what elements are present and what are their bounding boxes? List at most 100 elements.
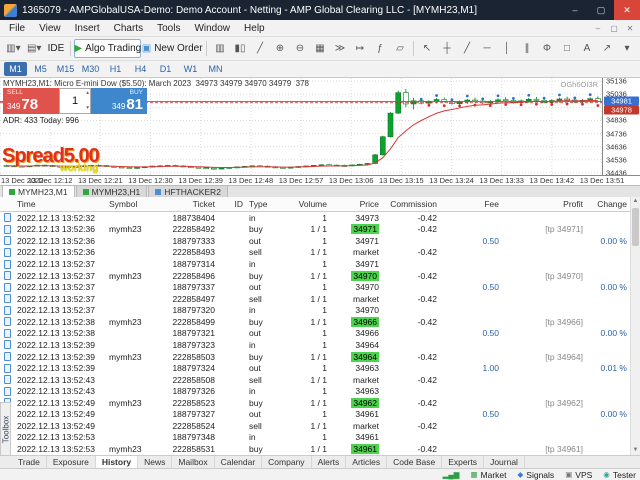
timeframe-h4[interactable]: H4 <box>129 62 152 76</box>
menu-file[interactable]: File <box>2 23 32 34</box>
tile-windows-button[interactable]: ▦ <box>310 39 330 58</box>
tab-exposure[interactable]: Exposure <box>47 456 96 468</box>
zoom-out-button[interactable]: ⊖ <box>290 39 310 58</box>
scrollbar-thumb[interactable] <box>632 208 639 246</box>
menu-help[interactable]: Help <box>237 23 272 34</box>
trendline-button[interactable]: ╱ <box>457 39 477 58</box>
volume-input[interactable]: 1 ▴ ▾ <box>59 88 91 114</box>
table-row[interactable]: 2022.12.13 13:52:39 188797324 out 1 34963 1.0… <box>0 362 630 374</box>
tab-company[interactable]: Company <box>262 456 312 468</box>
column-header-symbol[interactable]: Symbol <box>106 199 156 209</box>
chart-tab-hfthacker2[interactable]: HFTHACKER2 <box>148 185 228 197</box>
vps-status[interactable]: ▣ VPS <box>565 470 592 480</box>
ide-button[interactable]: IDE <box>45 39 68 58</box>
chart-tab-mymh23-h1[interactable]: MYMH23,H1 <box>75 185 148 197</box>
table-row[interactable]: 2022.12.13 13:52:37 188797320 in 1 34970 <box>0 305 630 317</box>
table-row[interactable]: 2022.12.13 13:52:49 188797327 out 1 34961 0.5… <box>0 409 630 421</box>
tab-mailbox[interactable]: Mailbox <box>172 456 215 468</box>
table-row[interactable]: 2022.12.13 13:52:37 222858497 sell 1 / 1 mar… <box>0 293 630 305</box>
new-order-button[interactable]: ▣ New Order <box>141 39 203 58</box>
column-header-time[interactable]: Time <box>14 199 106 209</box>
toolbox-vertical-tab[interactable]: Toolbox <box>0 402 11 456</box>
column-header-price[interactable]: Price <box>330 199 382 209</box>
table-row[interactable]: 2022.12.13 13:52:38 188797321 out 1 34966 0.5… <box>0 328 630 340</box>
minimize-button[interactable]: – <box>562 0 588 20</box>
tab-trade[interactable]: Trade <box>12 456 47 468</box>
chart-shift-button[interactable]: ↦ <box>350 39 370 58</box>
timeframe-mn[interactable]: MN <box>204 62 227 76</box>
chart-minimize-button[interactable]: – <box>590 24 606 33</box>
table-row[interactable]: 2022.12.13 13:52:37 188797314 in 1 34971 <box>0 258 630 270</box>
table-row[interactable]: 2022.12.13 13:52:49 mymh23 222858523 buy 1 /… <box>0 397 630 409</box>
profiles-button[interactable]: ▤▾ <box>24 39 45 58</box>
cursor-button[interactable]: ↖ <box>417 39 437 58</box>
chart-plot[interactable]: MYMH23,M1: Micro E-mini Dow ($5.50): Mar… <box>0 78 602 175</box>
close-button[interactable]: ✕ <box>614 0 640 20</box>
sell-button[interactable]: SELL 349 78 <box>3 88 59 114</box>
more-tools-button[interactable]: ▾ <box>617 39 637 58</box>
table-row[interactable]: 2022.12.13 13:52:53 188797348 in 1 34961 <box>0 432 630 444</box>
table-row[interactable]: 2022.12.13 13:52:39 mymh23 222858503 buy 1 /… <box>0 351 630 363</box>
tab-experts[interactable]: Experts <box>442 456 485 468</box>
table-row[interactable]: 2022.12.13 13:52:43 188797326 in 1 34963 <box>0 385 630 397</box>
menu-insert[interactable]: Insert <box>68 23 107 34</box>
zoom-in-button[interactable]: ⊕ <box>270 39 290 58</box>
column-header-change[interactable]: Change <box>586 199 630 209</box>
timeframe-m15[interactable]: M15 <box>54 62 77 76</box>
column-header-type[interactable]: Type <box>246 199 286 209</box>
new-chart-button[interactable]: ▥▾ <box>3 39 24 58</box>
time-axis[interactable]: 13 Dec 2022 13 Dec 12:12 13 Dec 12:21 13 De… <box>0 175 640 185</box>
table-row[interactable]: 2022.12.13 13:52:37 188797337 out 1 34970 0.5… <box>0 281 630 293</box>
table-row[interactable]: 2022.12.13 13:52:53 mymh23 222858531 buy 1 /… <box>0 443 630 455</box>
arrow-tool-button[interactable]: ↗ <box>597 39 617 58</box>
crosshair-button[interactable]: ┼ <box>437 39 457 58</box>
tab-journal[interactable]: Journal <box>484 456 525 468</box>
horizontal-line-button[interactable]: ─ <box>477 39 497 58</box>
tab-news[interactable]: News <box>138 456 173 468</box>
table-row[interactable]: 2022.12.13 13:52:39 188797323 in 1 34964 <box>0 339 630 351</box>
column-header-profit[interactable]: Profit <box>502 199 586 209</box>
timeframe-w1[interactable]: W1 <box>179 62 202 76</box>
timeframe-m5[interactable]: M5 <box>29 62 52 76</box>
column-header-id[interactable]: ID <box>218 199 246 209</box>
menu-view[interactable]: View <box>32 23 68 34</box>
table-row[interactable]: 2022.12.13 13:52:37 mymh23 222858496 buy 1 /… <box>0 270 630 282</box>
timeframe-m1[interactable]: M1 <box>4 62 27 76</box>
timeframe-h1[interactable]: H1 <box>104 62 127 76</box>
column-header-volume[interactable]: Volume <box>286 199 330 209</box>
table-row[interactable]: 2022.12.13 13:52:36 222858493 sell 1 / 1 mar… <box>0 247 630 259</box>
candlestick-chart-button[interactable]: ▮▯ <box>230 39 250 58</box>
table-row[interactable]: 2022.12.13 13:52:36 188797333 out 1 34971 0.5… <box>0 235 630 247</box>
menu-charts[interactable]: Charts <box>107 23 150 34</box>
vertical-line-button[interactable]: │ <box>497 39 517 58</box>
tab-code-base[interactable]: Code Base <box>387 456 443 468</box>
tab-articles[interactable]: Articles <box>346 456 388 468</box>
algo-trading-button[interactable]: ▶ Algo Trading <box>74 39 142 58</box>
timeframe-m30[interactable]: M30 <box>79 62 102 76</box>
timeframe-d1[interactable]: D1 <box>154 62 177 76</box>
column-header-commission[interactable]: Commission <box>382 199 440 209</box>
column-header-ticket[interactable]: Ticket <box>156 199 218 209</box>
volume-up-icon[interactable]: ▴ <box>86 90 89 97</box>
buy-button[interactable]: BUY 349 81 <box>91 88 147 114</box>
table-scrollbar[interactable]: ▲ ▼ <box>630 197 640 455</box>
tab-alerts[interactable]: Alerts <box>312 456 347 468</box>
maximize-button[interactable]: ▢ <box>588 0 614 20</box>
tab-history[interactable]: History <box>95 456 139 468</box>
fibonacci-button[interactable]: Φ <box>537 39 557 58</box>
tester-status[interactable]: ◉ Tester <box>603 470 636 480</box>
channel-button[interactable]: ∥ <box>517 39 537 58</box>
volume-down-icon[interactable]: ▾ <box>86 105 89 112</box>
column-header-fee[interactable]: Fee <box>440 199 502 209</box>
line-chart-button[interactable]: ╱ <box>250 39 270 58</box>
table-row[interactable]: 2022.12.13 13:52:49 222858524 sell 1 / 1 mar… <box>0 420 630 432</box>
signals-status[interactable]: ◆ Signals <box>518 470 555 480</box>
menu-window[interactable]: Window <box>187 23 237 34</box>
bar-chart-button[interactable]: ▥ <box>210 39 230 58</box>
shapes-button[interactable]: □ <box>557 39 577 58</box>
connection-status[interactable]: ▂▄▆ <box>443 470 460 479</box>
scroll-up-icon[interactable]: ▲ <box>631 197 640 206</box>
table-row[interactable]: 2022.12.13 13:52:43 222858508 sell 1 / 1 mar… <box>0 374 630 386</box>
indicators-button[interactable]: ƒ <box>370 39 390 58</box>
chart-restore-button[interactable]: ▢ <box>606 24 622 33</box>
